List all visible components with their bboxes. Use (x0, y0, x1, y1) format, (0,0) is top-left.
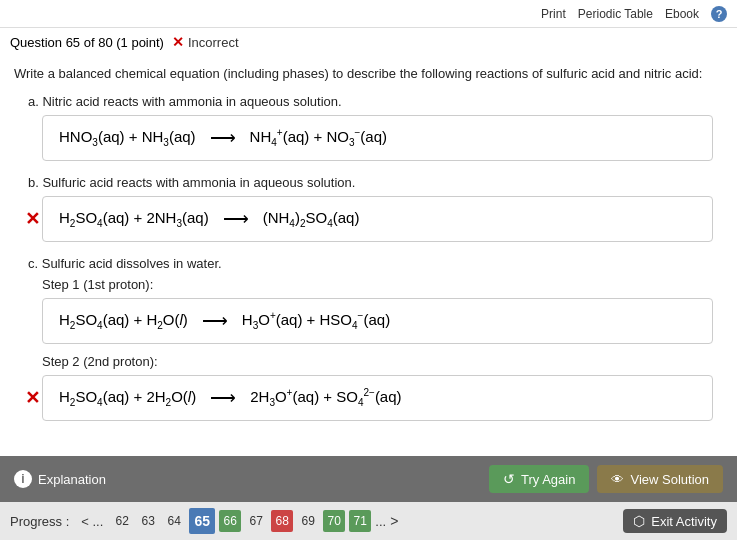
view-solution-button[interactable]: 👁 View Solution (597, 465, 723, 493)
step1-label: Step 1 (1st proton): (42, 277, 723, 292)
progress-bar: Progress : < ... 62 63 64 65 66 67 68 69… (0, 502, 737, 540)
explanation-label: Explanation (38, 472, 106, 487)
incorrect-label: ✕ Incorrect (172, 34, 239, 50)
periodic-table-link[interactable]: Periodic Table (578, 7, 653, 21)
prog-num-71[interactable]: 71 (349, 510, 371, 532)
top-bar-links: Print Periodic Table Ebook ? (541, 6, 727, 22)
progress-next-arrow[interactable]: > (390, 513, 398, 529)
eq-a-right: NH4+(aq) + NO3−(aq) (250, 127, 387, 148)
step2-label: Step 2 (2nd proton): (42, 354, 723, 369)
top-bar: Print Periodic Table Ebook ? (0, 0, 737, 28)
question-info: Question 65 of 80 (1 point) (10, 35, 164, 50)
equation-content-c2: H2SO4(aq) + 2H2O(l) ⟶ 2H3O+(aq) + SO42−(… (59, 387, 402, 409)
info-icon: i (14, 470, 32, 488)
view-solution-label: View Solution (630, 472, 709, 487)
equation-content-b: H2SO4(aq) + 2NH3(aq) ⟶ (NH4)2SO4(aq) (59, 208, 359, 230)
print-link[interactable]: Print (541, 7, 566, 21)
progress-prev-button[interactable]: < ... (79, 514, 105, 529)
eq-c1-left: H2SO4(aq) + H2O(l) (59, 311, 188, 331)
eq-c2-right: 2H3O+(aq) + SO42−(aq) (250, 387, 401, 408)
prog-num-68[interactable]: 68 (271, 510, 293, 532)
equation-box-c1: H2SO4(aq) + H2O(l) ⟶ H3O+(aq) + HSO4−(aq… (42, 298, 713, 344)
question-header: Question 65 of 80 (1 point) ✕ Incorrect (0, 28, 737, 56)
incorrect-mark-b: ✕ (25, 208, 40, 230)
prog-num-66[interactable]: 66 (219, 510, 241, 532)
incorrect-mark-c2: ✕ (25, 387, 40, 409)
ebook-link[interactable]: Ebook (665, 7, 699, 21)
eq-a-left: HNO3(aq) + NH3(aq) (59, 128, 196, 148)
try-again-label: Try Again (521, 472, 575, 487)
progress-label: Progress : (10, 514, 69, 529)
prog-num-69[interactable]: 69 (297, 510, 319, 532)
progress-dots: ... (375, 514, 386, 529)
eq-c1-arrow: ⟶ (202, 310, 228, 332)
progress-numbers: 62 63 64 65 66 67 68 69 70 71 ... > (111, 508, 398, 534)
equation-content-c1: H2SO4(aq) + H2O(l) ⟶ H3O+(aq) + HSO4−(aq… (59, 310, 390, 332)
equation-box-b: ✕ H2SO4(aq) + 2NH3(aq) ⟶ (NH4)2SO4(aq) (42, 196, 713, 242)
exit-label: Exit Activity (651, 514, 717, 529)
question-text: Write a balanced chemical equation (incl… (14, 64, 723, 84)
prog-num-67[interactable]: 67 (245, 510, 267, 532)
prog-num-70[interactable]: 70 (323, 510, 345, 532)
bottom-bar: i Explanation ↺ Try Again 👁 View Solutio… (0, 456, 737, 502)
eq-c2-left: H2SO4(aq) + 2H2O(l) (59, 388, 196, 408)
subquestion-a: a. Nitric acid reacts with ammonia in aq… (14, 94, 723, 161)
action-buttons: ↺ Try Again 👁 View Solution (489, 465, 723, 493)
help-icon[interactable]: ? (711, 6, 727, 22)
subquestion-b-label: b. Sulfuric acid reacts with ammonia in … (28, 175, 723, 190)
try-again-button[interactable]: ↺ Try Again (489, 465, 589, 493)
equation-box-a: HNO3(aq) + NH3(aq) ⟶ NH4+(aq) + NO3−(aq) (42, 115, 713, 161)
exit-button[interactable]: ⬡ Exit Activity (623, 509, 727, 533)
subquestion-c-label: c. Sulfuric acid dissolves in water. (28, 256, 723, 271)
eq-b-right: (NH4)2SO4(aq) (263, 209, 360, 229)
eq-a-arrow: ⟶ (210, 127, 236, 149)
incorrect-x-icon: ✕ (172, 34, 184, 50)
status-text: Incorrect (188, 35, 239, 50)
prog-num-62[interactable]: 62 (111, 510, 133, 532)
eq-b-arrow: ⟶ (223, 208, 249, 230)
eq-c1-right: H3O+(aq) + HSO4−(aq) (242, 310, 390, 331)
content-area: Write a balanced chemical equation (incl… (0, 56, 737, 456)
equation-content-a: HNO3(aq) + NH3(aq) ⟶ NH4+(aq) + NO3−(aq) (59, 127, 387, 149)
subquestion-c: c. Sulfuric acid dissolves in water. Ste… (14, 256, 723, 421)
eq-c2-arrow: ⟶ (210, 387, 236, 409)
prog-num-64[interactable]: 64 (163, 510, 185, 532)
exit-icon: ⬡ (633, 513, 645, 529)
refresh-icon: ↺ (503, 471, 515, 487)
prog-num-63[interactable]: 63 (137, 510, 159, 532)
explanation-button[interactable]: i Explanation (14, 470, 106, 488)
subquestion-b: b. Sulfuric acid reacts with ammonia in … (14, 175, 723, 242)
prog-num-65[interactable]: 65 (189, 508, 215, 534)
subquestion-a-label: a. Nitric acid reacts with ammonia in aq… (28, 94, 723, 109)
eq-b-left: H2SO4(aq) + 2NH3(aq) (59, 209, 209, 229)
eye-icon: 👁 (611, 472, 624, 487)
equation-box-c2: ✕ H2SO4(aq) + 2H2O(l) ⟶ 2H3O+(aq) + SO42… (42, 375, 713, 421)
